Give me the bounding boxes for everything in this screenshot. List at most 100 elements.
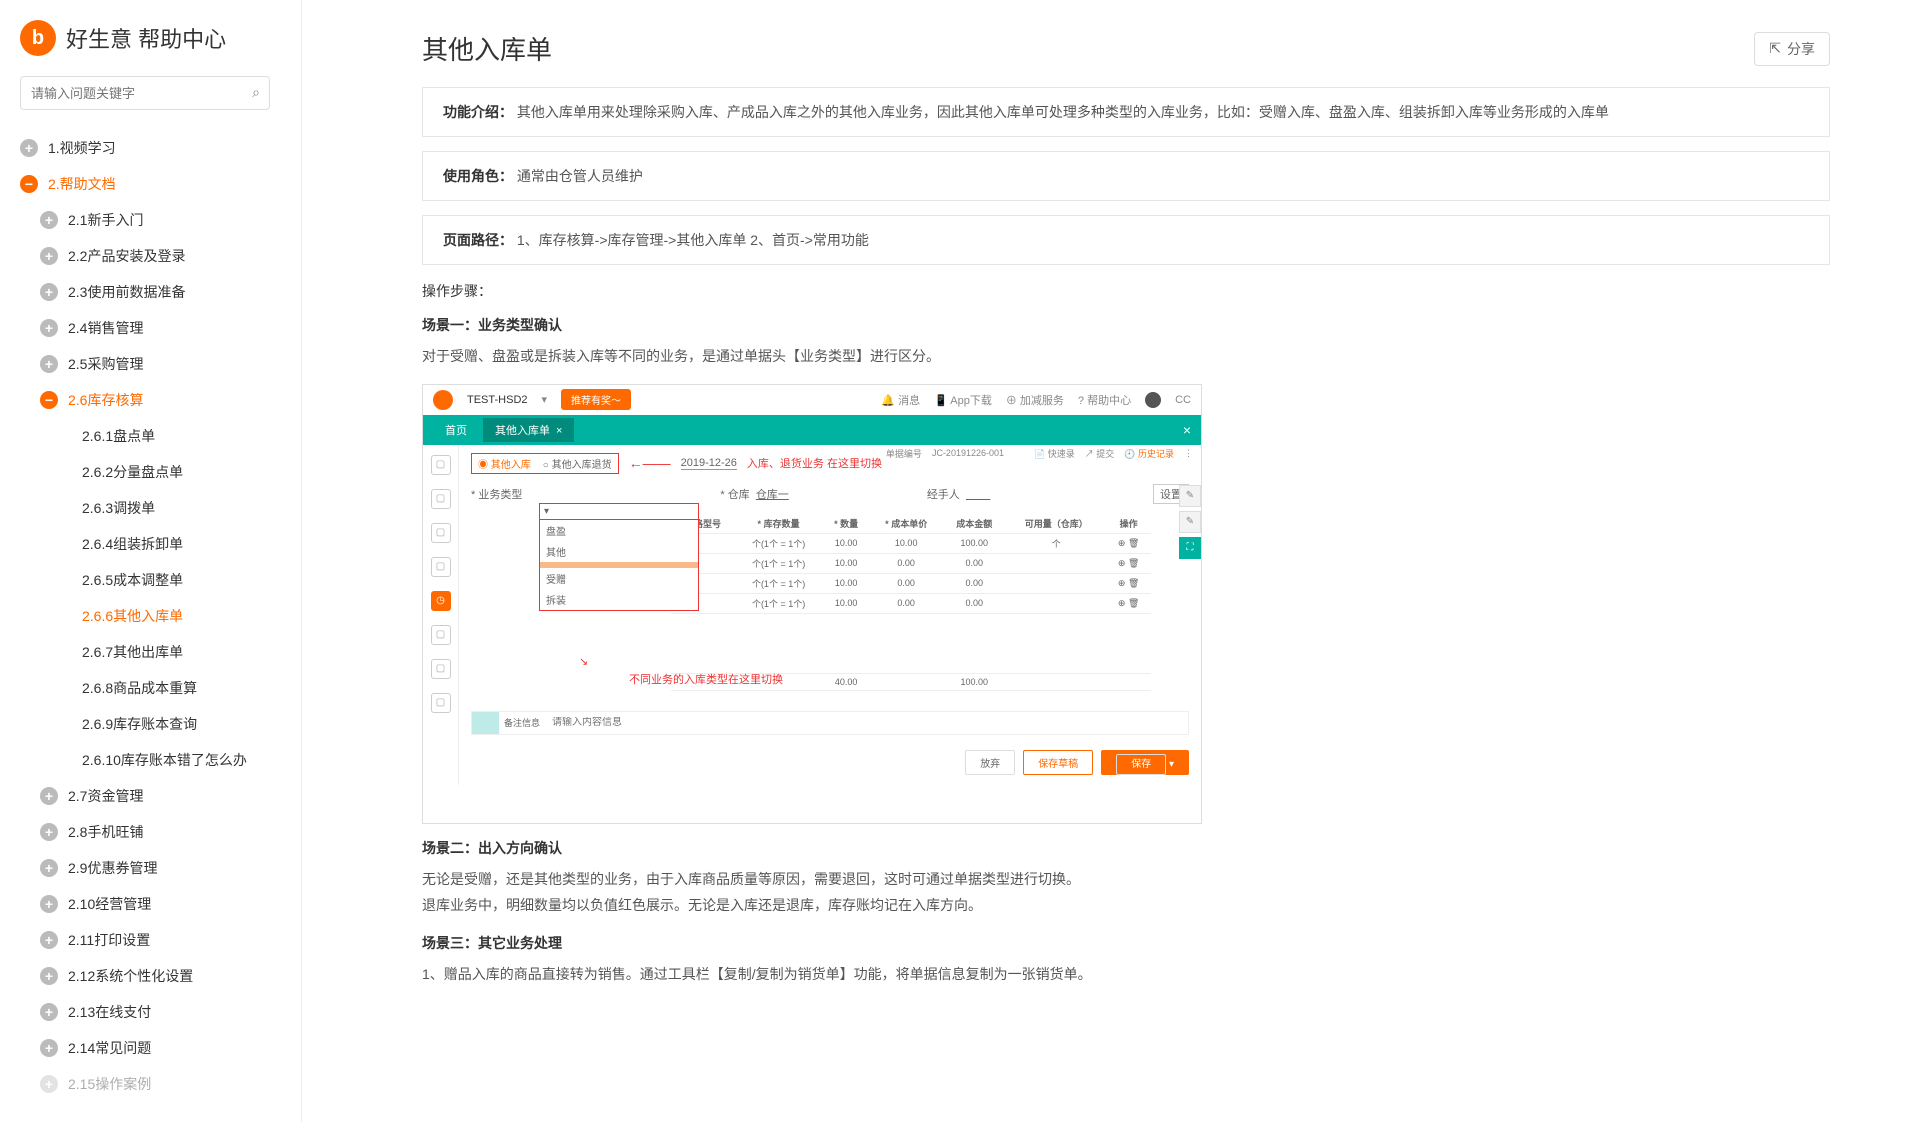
shot-tabbar: 首页 其他入库单× × (423, 415, 1201, 445)
shot-topbar: TEST-HSD2 ▾ 推荐有奖～ 🔔 消息 📱 App下载 ⊕ 加减服务 ? … (423, 385, 1201, 415)
nav-label: 2.帮助文档 (48, 174, 116, 194)
shot-link-help: ? 帮助中心 (1078, 392, 1131, 408)
shot-action-row: 放弃 保存草稿 保存 ▾ (965, 750, 1189, 775)
nav-label: 2.6.6其他入库单 (82, 606, 183, 626)
shot-link-app: 📱 App下载 (934, 392, 992, 408)
shot-type-radio-group: ◉ 其他入库 ○ 其他入库退货 (471, 453, 619, 474)
minus-icon: − (20, 175, 38, 193)
shot-note1: 入库、退货业务 在这里切换 (747, 455, 882, 471)
nav-label: 2.6.1盘点单 (82, 426, 155, 446)
nav-2-6-9[interactable]: 2.6.9库存账本查询 (20, 706, 301, 742)
nav-2-15[interactable]: +2.15操作案例 (20, 1066, 301, 1102)
shot-table: 规格型号* 库存数量* 数量* 成本单价成本金额可用量（仓库）操作 个(1个 =… (671, 514, 1151, 691)
nav-label: 2.6.5成本调整单 (82, 570, 183, 590)
shot-btn-cancel: 放弃 (965, 750, 1015, 775)
nav-label: 2.6.9库存账本查询 (82, 714, 197, 734)
shot-btn-draft: 保存草稿 (1023, 750, 1093, 775)
shot-tab-home: 首页 (433, 418, 479, 442)
nav-label: 2.7资金管理 (68, 786, 143, 806)
nav-2-14[interactable]: +2.14常见问题 (20, 1030, 301, 1066)
nav-2-12[interactable]: +2.12系统个性化设置 (20, 958, 301, 994)
plus-icon: + (40, 895, 58, 913)
nav-label: 2.3使用前数据准备 (68, 282, 185, 302)
share-button[interactable]: ⇱ 分享 (1754, 32, 1830, 66)
nav-label: 2.6.10库存账本错了怎么办 (82, 750, 247, 770)
intro-label: 功能介绍： (443, 104, 513, 120)
nav-2-9[interactable]: +2.9优惠券管理 (20, 850, 301, 886)
nav-2-6-10[interactable]: 2.6.10库存账本错了怎么办 (20, 742, 301, 778)
plus-icon: + (40, 859, 58, 877)
minus-icon: − (40, 391, 58, 409)
nav-label: 2.6.7其他出库单 (82, 642, 183, 662)
nav-2-6-1[interactable]: 2.6.1盘点单 (20, 418, 301, 454)
shot-body: 单据编号 JC-20191226-001 📄 快速录 ↗ 提交 🕘 历史记录 ⋮… (459, 445, 1201, 785)
plus-icon: + (40, 967, 58, 985)
plus-icon: + (40, 319, 58, 337)
nav-2-6-3[interactable]: 2.6.3调拨单 (20, 490, 301, 526)
nav-2-4[interactable]: +2.4销售管理 (20, 310, 301, 346)
nav-video-learning[interactable]: +1.视频学习 (20, 130, 301, 166)
search-icon[interactable]: ⌕ (252, 84, 260, 101)
nav-2-6-6[interactable]: 2.6.6其他入库单 (20, 598, 301, 634)
nav-2-6-5[interactable]: 2.6.5成本调整单 (20, 562, 301, 598)
nav-2-5[interactable]: +2.5采购管理 (20, 346, 301, 382)
nav-2-10[interactable]: +2.10经营管理 (20, 886, 301, 922)
nav-label: 2.14常见问题 (68, 1038, 151, 1058)
site-logo-row: b 好生意 帮助中心 (20, 20, 301, 56)
site-title: 好生意 帮助中心 (66, 22, 226, 54)
plus-icon: + (40, 211, 58, 229)
shot-tab-doc: 其他入库单× (483, 418, 574, 442)
embedded-screenshot: TEST-HSD2 ▾ 推荐有奖～ 🔔 消息 📱 App下载 ⊕ 加减服务 ? … (422, 384, 1202, 824)
close-icon: × (1183, 422, 1191, 438)
shot-toolbar-right: 单据编号 JC-20191226-001 📄 快速录 ↗ 提交 🕘 历史记录 ⋮ (886, 447, 1193, 460)
shot-link-svc: ⊕ 加减服务 (1006, 392, 1064, 408)
nav-label: 2.12系统个性化设置 (68, 966, 193, 986)
search-input[interactable] (20, 76, 270, 110)
plus-icon: + (40, 283, 58, 301)
nav-label: 2.15操作案例 (68, 1074, 151, 1094)
nav-2-6-4[interactable]: 2.6.4组装拆卸单 (20, 526, 301, 562)
main-content: 其他入库单 ⇱ 分享 功能介绍： 其他入库单用来处理除采购入库、产成品入库之外的… (302, 0, 1920, 1122)
rail-icon: ✎ (1179, 511, 1201, 533)
role-box: 使用角色： 通常由仓管人员维护 (422, 151, 1830, 201)
share-label: 分享 (1787, 39, 1815, 59)
nav-label: 2.2产品安装及登录 (68, 246, 185, 266)
nav-label: 2.10经营管理 (68, 894, 151, 914)
scene1-body: 对于受赠、盘盈或是拆装入库等不同的业务，是通过单据头【业务类型】进行区分。 (422, 343, 1830, 370)
plus-icon: + (40, 1003, 58, 1021)
shot-logo-icon (433, 390, 453, 410)
nav-label: 2.13在线支付 (68, 1002, 151, 1022)
nav-label: 2.6.4组装拆卸单 (82, 534, 183, 554)
nav-2-11[interactable]: +2.11打印设置 (20, 922, 301, 958)
nav-2-7[interactable]: +2.7资金管理 (20, 778, 301, 814)
rail-icon: ▢ (431, 659, 451, 679)
rail-icon: ▢ (431, 693, 451, 713)
shot-tenant: TEST-HSD2 (467, 394, 528, 406)
nav-label: 1.视频学习 (48, 138, 116, 158)
nav-2-6-8[interactable]: 2.6.8商品成本重算 (20, 670, 301, 706)
nav-2-1[interactable]: +2.1新手入门 (20, 202, 301, 238)
shot-docno: JC-20191226-001 (932, 448, 1004, 458)
nav-label: 2.1新手入门 (68, 210, 143, 230)
path-box: 页面路径： 1、库存核算->库存管理->其他入库单 2、首页->常用功能 (422, 215, 1830, 265)
nav-2-6-7[interactable]: 2.6.7其他出库单 (20, 634, 301, 670)
rail-icon-active: ◷ (431, 591, 451, 611)
nav-label: 2.8手机旺铺 (68, 822, 143, 842)
rail-icon: ⛶ (1179, 537, 1201, 559)
nav-2-6[interactable]: −2.6库存核算 (20, 382, 301, 418)
plus-icon: + (40, 931, 58, 949)
plus-icon: + (40, 1075, 58, 1093)
arrow-icon: ↘ (579, 655, 588, 668)
shot-link-msg: 🔔 消息 (881, 392, 920, 408)
nav-2-2[interactable]: +2.2产品安装及登录 (20, 238, 301, 274)
nav-2-6-2[interactable]: 2.6.2分量盘点单 (20, 454, 301, 490)
nav-label: 2.5采购管理 (68, 354, 143, 374)
shot-btn-save: 保存 ▾ (1101, 750, 1189, 775)
nav-2-8[interactable]: +2.8手机旺铺 (20, 814, 301, 850)
search-box: ⌕ (20, 76, 270, 110)
nav-help-docs[interactable]: −2.帮助文档 (20, 166, 301, 202)
nav-2-13[interactable]: +2.13在线支付 (20, 994, 301, 1030)
nav-2-3[interactable]: +2.3使用前数据准备 (20, 274, 301, 310)
plus-icon: + (40, 355, 58, 373)
page-title: 其他入库单 (422, 30, 552, 67)
